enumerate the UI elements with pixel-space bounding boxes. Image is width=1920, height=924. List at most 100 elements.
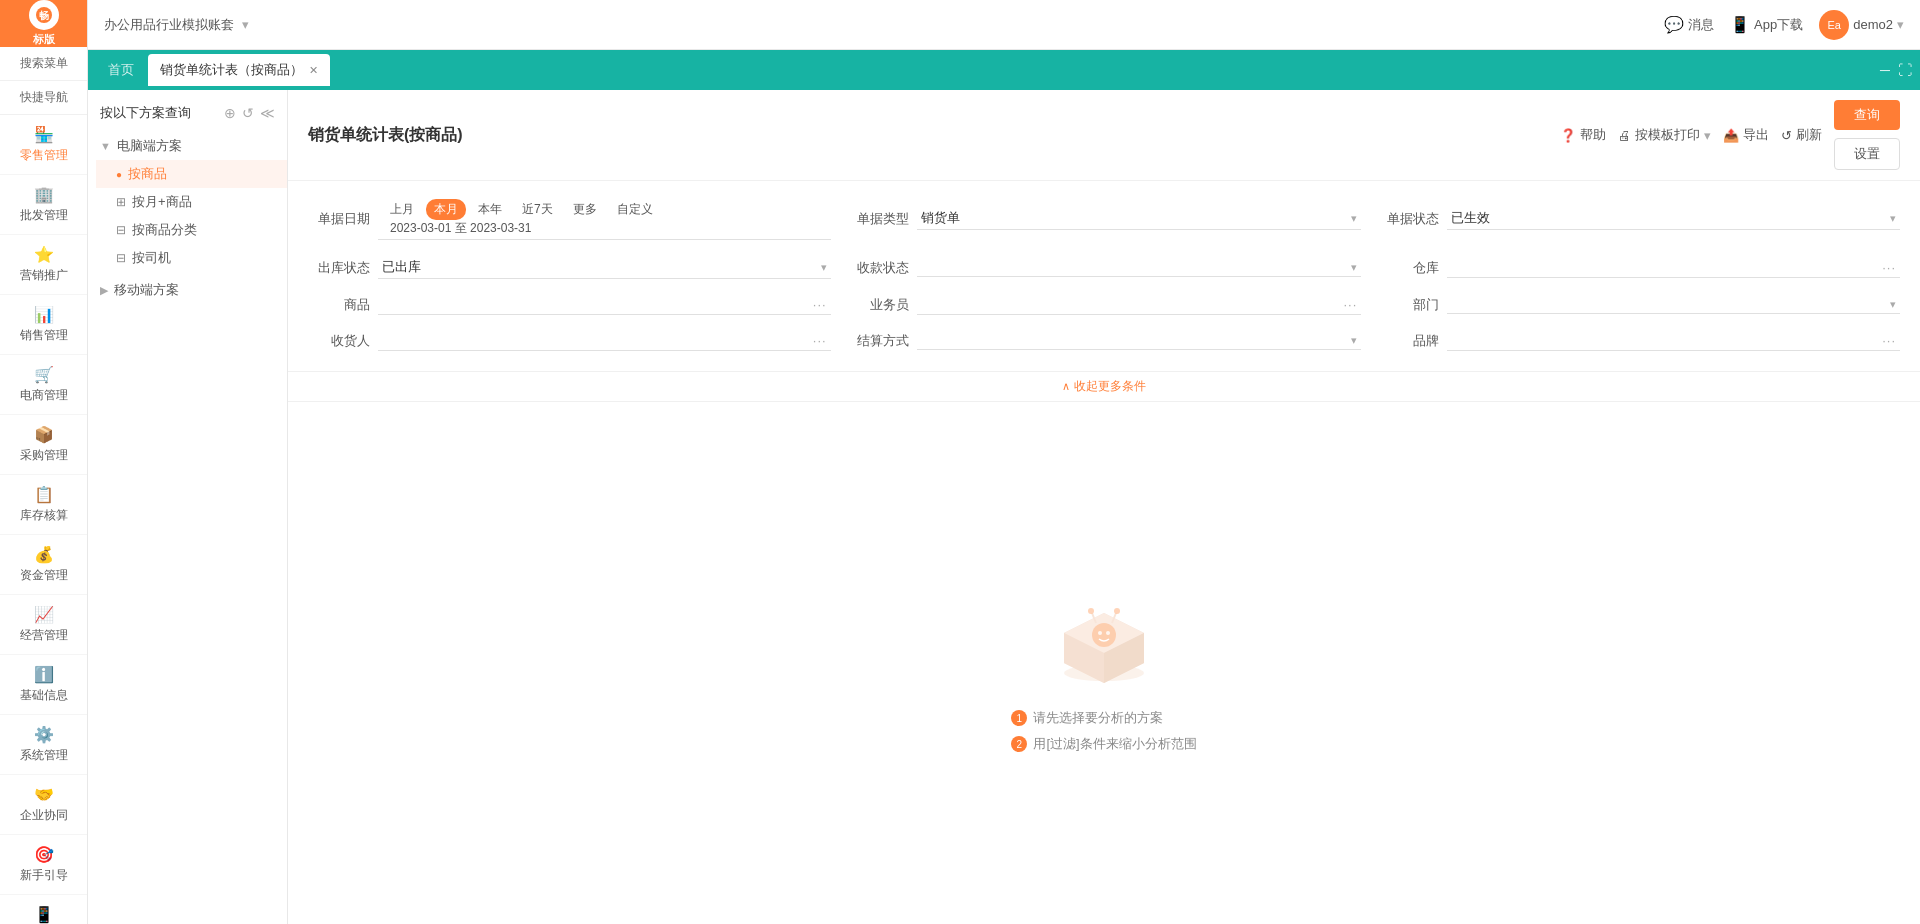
- sidebar-item-system[interactable]: ⚙️ 系统管理: [0, 715, 87, 775]
- out-status-control[interactable]: 已出库 ▾: [378, 256, 831, 279]
- tab-home[interactable]: 首页: [96, 54, 146, 86]
- message-icon: 💬: [1664, 15, 1684, 34]
- sidebar-item-finance[interactable]: 💰 资金管理: [0, 535, 87, 595]
- settings-btn[interactable]: 设置: [1834, 138, 1900, 170]
- add-scheme-icon[interactable]: ⊕: [224, 105, 236, 121]
- sidebar-item-newbie[interactable]: 🎯 新手引导: [0, 835, 87, 895]
- filter-row-3: 商品 ··· 业务员 ··· 部门: [308, 291, 1900, 319]
- date-btn-this-year[interactable]: 本年: [470, 199, 510, 220]
- tab-min-icon[interactable]: ─: [1880, 62, 1890, 78]
- doc-status-control[interactable]: 已生效 ▾: [1447, 207, 1900, 230]
- main-area: 办公用品行业模拟账套 ▾ 💬 消息 📱 App下载 Ea demo2 ▾ 首: [88, 0, 1920, 924]
- filter-date-cell: 单据日期 上月 本月 本年 近7天 更多 自定义 2023-03-01 至 20…: [308, 193, 839, 244]
- svg-point-7: [1092, 623, 1116, 647]
- tree-item-active-icon: ●: [116, 169, 122, 180]
- phone-icon: 📱: [1730, 15, 1750, 34]
- sales-icon: 📊: [34, 305, 54, 324]
- help-btn[interactable]: ❓ 帮助: [1560, 126, 1606, 144]
- app-download-btn[interactable]: 📱 App下载: [1730, 15, 1803, 34]
- tree-item-icon-2: ⊟: [116, 223, 126, 237]
- sidebar: 畅 标版 搜索菜单 快捷导航 🏪 零售管理 🏢 批发管理 ⭐ 营销推广 📊 销售…: [0, 0, 88, 924]
- help-icon: ❓: [1560, 128, 1576, 143]
- receiver-label: 收货人: [308, 332, 378, 350]
- print-btn[interactable]: 🖨 按模板打印 ▾: [1618, 126, 1711, 144]
- query-btn[interactable]: 查询: [1834, 100, 1900, 130]
- date-control: 上月 本月 本年 近7天 更多 自定义 2023-03-01 至 2023-03…: [378, 197, 831, 240]
- sidebar-item-retail[interactable]: 🏪 零售管理: [0, 115, 87, 175]
- app-subtitle: 标版: [33, 32, 55, 47]
- collapse-up-icon: ∧: [1062, 380, 1070, 393]
- tree-item-by-category[interactable]: ⊟ 按商品分类: [96, 216, 287, 244]
- payment-control[interactable]: ▾: [917, 332, 1362, 350]
- user-menu[interactable]: Ea demo2 ▾: [1819, 10, 1904, 40]
- sidebar-item-wholesale[interactable]: 🏢 批发管理: [0, 175, 87, 235]
- left-panel: 按以下方案查询 ⊕ ↺ ≪ ▼ 电脑端方案 ● 按商品 ⊞ 按月+商: [88, 90, 288, 924]
- svg-point-9: [1106, 631, 1110, 635]
- refresh-btn[interactable]: ↺ 刷新: [1781, 126, 1822, 144]
- warehouse-label: 仓库: [1377, 259, 1447, 277]
- payment-arrow: ▾: [1351, 334, 1357, 347]
- message-btn[interactable]: 💬 消息: [1664, 15, 1714, 34]
- breadcrumb: 办公用品行业模拟账套: [104, 16, 234, 34]
- purchase-icon: 📦: [34, 425, 54, 444]
- department-label: 部门: [1377, 296, 1447, 314]
- doc-type-label: 单据类型: [847, 210, 917, 228]
- tree-item-by-month-product[interactable]: ⊞ 按月+商品: [96, 188, 287, 216]
- left-panel-header: 按以下方案查询 ⊕ ↺ ≪: [88, 100, 287, 126]
- collapse-bar[interactable]: ∧ 收起更多条件: [288, 372, 1920, 402]
- date-btn-this-month[interactable]: 本月: [426, 199, 466, 220]
- filter-department-cell: 部门 ▾: [1369, 291, 1900, 319]
- salesperson-label: 业务员: [847, 296, 917, 314]
- department-control[interactable]: ▾: [1447, 296, 1900, 314]
- tab-report[interactable]: 销货单统计表（按商品） ✕: [148, 54, 330, 86]
- collapse-scheme-icon[interactable]: ≪: [260, 105, 275, 121]
- sidebar-quick-nav[interactable]: 快捷导航: [0, 81, 87, 115]
- topbar-right: 💬 消息 📱 App下载 Ea demo2 ▾: [1664, 10, 1904, 40]
- tabbar: 首页 销货单统计表（按商品） ✕ ─ ⛶: [88, 50, 1920, 90]
- filter-row-2: 出库状态 已出库 ▾ 收款状态 ▾ 仓库: [308, 252, 1900, 283]
- filter-doc-type-cell: 单据类型 销货单 ▾: [839, 193, 1370, 244]
- tree-desktop[interactable]: ▼ 电脑端方案: [88, 132, 287, 160]
- salesperson-control[interactable]: ···: [917, 295, 1362, 315]
- tree-item-by-machine[interactable]: ⊟ 按司机: [96, 244, 287, 272]
- tab-max-icon[interactable]: ⛶: [1898, 62, 1912, 78]
- date-btn-more[interactable]: 更多: [565, 199, 605, 220]
- sidebar-item-ecommerce[interactable]: 🛒 电商管理: [0, 355, 87, 415]
- warehouse-control[interactable]: ···: [1447, 258, 1900, 278]
- tree-item-by-product[interactable]: ● 按商品: [96, 160, 287, 188]
- brand-label: 品牌: [1377, 332, 1447, 350]
- sidebar-item-operation[interactable]: 📈 经营管理: [0, 595, 87, 655]
- topbar: 办公用品行业模拟账套 ▾ 💬 消息 📱 App下载 Ea demo2 ▾: [88, 0, 1920, 50]
- sidebar-search[interactable]: 搜索菜单: [0, 47, 87, 81]
- sidebar-item-sales[interactable]: 📊 销售管理: [0, 295, 87, 355]
- export-btn[interactable]: 📤 导出: [1723, 126, 1769, 144]
- date-btn-last-month[interactable]: 上月: [382, 199, 422, 220]
- doc-type-control[interactable]: 销货单 ▾: [917, 207, 1362, 230]
- newbie-icon: 🎯: [34, 845, 54, 864]
- sidebar-item-basic[interactable]: ℹ️ 基础信息: [0, 655, 87, 715]
- page-header: 销货单统计表(按商品) ❓ 帮助 🖨 按模板打印 ▾ 📤 导出: [288, 90, 1920, 181]
- receiver-dots: ···: [813, 333, 827, 348]
- sidebar-item-purchase[interactable]: 📦 采购管理: [0, 415, 87, 475]
- date-btn-custom[interactable]: 自定义: [609, 199, 661, 220]
- sidebar-item-cooperation[interactable]: 🤝 企业协同: [0, 775, 87, 835]
- operation-icon: 📈: [34, 605, 54, 624]
- export-icon: 📤: [1723, 128, 1739, 143]
- tree-mobile[interactable]: ▶ 移动端方案: [88, 276, 287, 304]
- brand-control[interactable]: ···: [1447, 331, 1900, 351]
- sidebar-item-marketing[interactable]: ⭐ 营销推广: [0, 235, 87, 295]
- product-label: 商品: [308, 296, 378, 314]
- sidebar-item-apps[interactable]: 📱 应用中心: [0, 895, 87, 924]
- receiver-control[interactable]: ···: [378, 331, 831, 351]
- marketing-icon: ⭐: [34, 245, 54, 264]
- tree-desktop-children: ● 按商品 ⊞ 按月+商品 ⊟ 按商品分类 ⊟ 按司机: [88, 160, 287, 272]
- receipt-status-label: 收款状态: [847, 259, 917, 277]
- page-title: 销货单统计表(按商品): [308, 125, 463, 146]
- sidebar-item-inventory[interactable]: 📋 库存核算: [0, 475, 87, 535]
- date-btn-7days[interactable]: 近7天: [514, 199, 561, 220]
- tab-close-report[interactable]: ✕: [309, 64, 318, 77]
- refresh-scheme-icon[interactable]: ↺: [242, 105, 254, 121]
- receipt-status-control[interactable]: ▾: [917, 259, 1362, 277]
- product-control[interactable]: ···: [378, 295, 831, 315]
- tree-collapse-icon: ▶: [100, 284, 108, 297]
